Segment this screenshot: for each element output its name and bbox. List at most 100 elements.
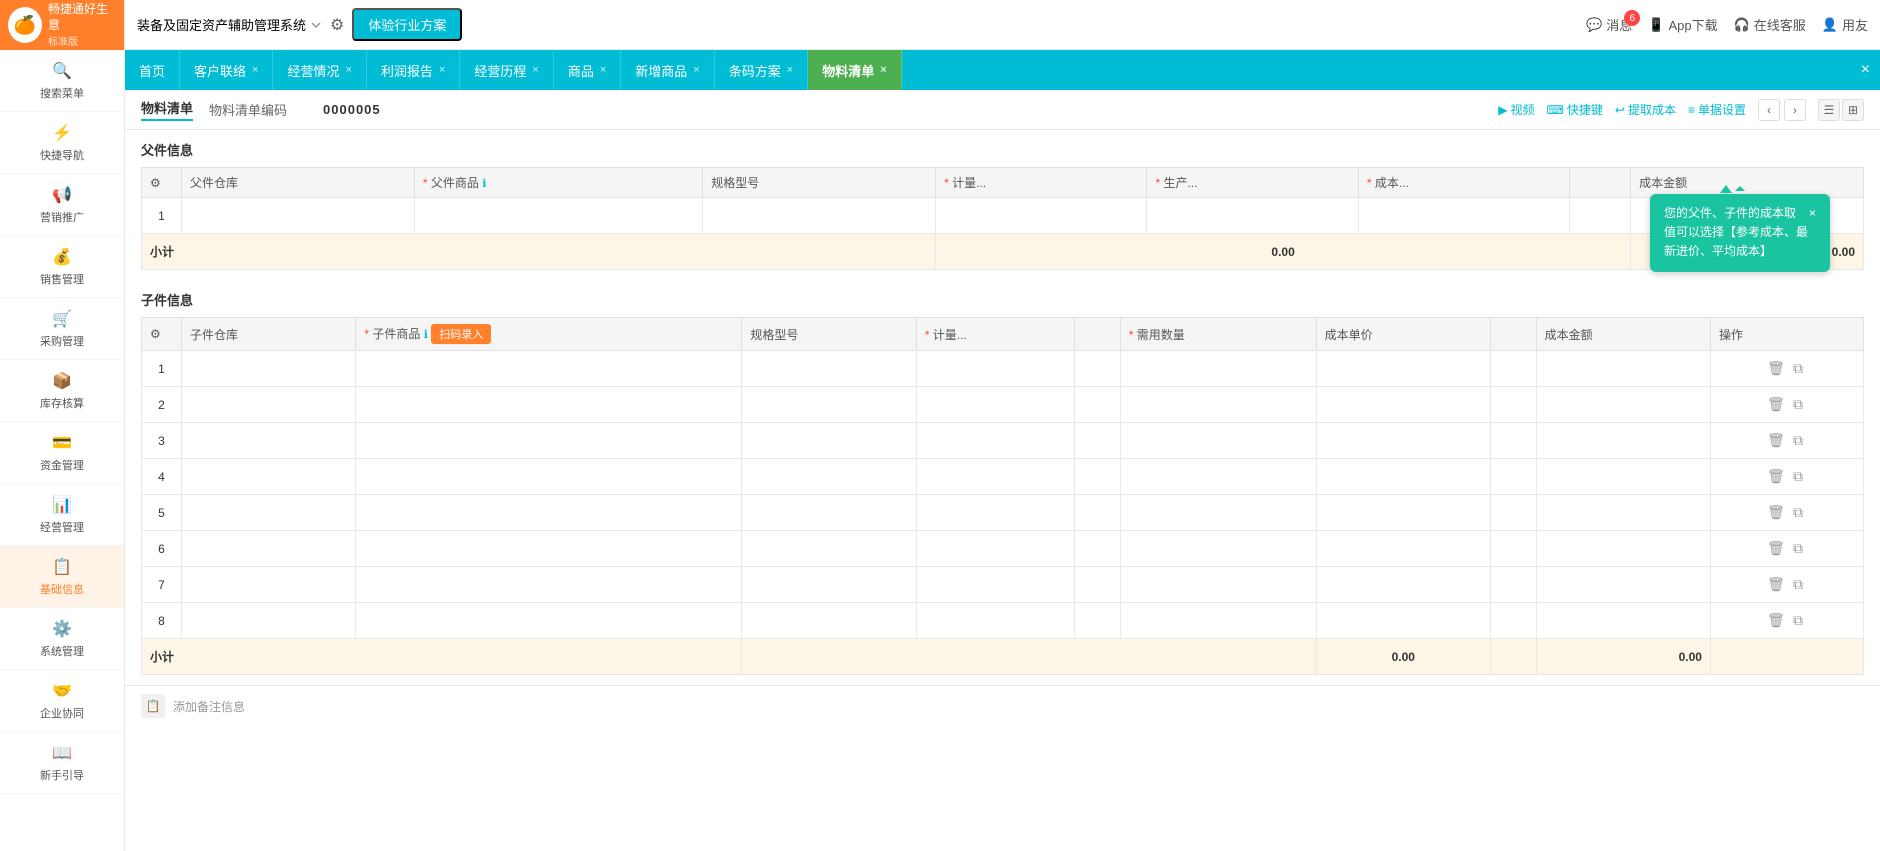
- shortcut-action[interactable]: ⌨ 快捷键: [1547, 101, 1603, 118]
- child-cell-qty-5[interactable]: [1120, 495, 1316, 531]
- sidebar-item-quick-nav[interactable]: ⚡ 快捷导航: [0, 112, 124, 174]
- tab-customer-close[interactable]: ×: [252, 64, 258, 76]
- sidebar-item-finance[interactable]: 💳 资金管理: [0, 422, 124, 484]
- child-cell-warehouse-7[interactable]: [182, 567, 356, 603]
- child-cell-unit-8[interactable]: [916, 603, 1074, 639]
- sidebar-item-sales[interactable]: 💰 销售管理: [0, 236, 124, 298]
- child-cell-unitcost-1[interactable]: [1316, 351, 1490, 387]
- child-cell-goods-3[interactable]: [356, 423, 742, 459]
- copy-icon-8[interactable]: ⧉: [1789, 612, 1807, 630]
- next-arrow[interactable]: ›: [1784, 99, 1806, 121]
- child-cell-spec-4[interactable]: [742, 459, 916, 495]
- child-cell-warehouse-6[interactable]: [182, 531, 356, 567]
- breadcrumb-bill-list[interactable]: 物料清单: [141, 98, 193, 121]
- tab-profit[interactable]: 利润报告 ×: [367, 50, 460, 90]
- delete-icon-7[interactable]: 🗑: [1767, 576, 1785, 594]
- child-cell-warehouse-8[interactable]: [182, 603, 356, 639]
- experience-button[interactable]: 体验行业方案: [352, 8, 462, 41]
- message-button[interactable]: 💬 消息 6: [1586, 15, 1632, 34]
- child-cell-warehouse-2[interactable]: [182, 387, 356, 423]
- tab-close-all[interactable]: ×: [1851, 61, 1880, 79]
- sidebar-item-marketing[interactable]: 📢 营销推广: [0, 174, 124, 236]
- child-cell-qty-6[interactable]: [1120, 531, 1316, 567]
- sidebar-item-guide[interactable]: 📖 新手引导: [0, 732, 124, 794]
- child-cell-spec-5[interactable]: [742, 495, 916, 531]
- child-cell-unitcost-2[interactable]: [1316, 387, 1490, 423]
- single-settings-action[interactable]: ≡ 单据设置: [1688, 101, 1746, 118]
- parent-cell-warehouse-1[interactable]: [182, 198, 415, 234]
- child-cell-spec-8[interactable]: [742, 603, 916, 639]
- hint-text[interactable]: 添加备注信息: [173, 698, 245, 715]
- tab-new-goods-close[interactable]: ×: [693, 64, 699, 76]
- child-cell-unit-3[interactable]: [916, 423, 1074, 459]
- child-cell-goods-7[interactable]: [356, 567, 742, 603]
- grid-view-btn[interactable]: ⊞: [1842, 99, 1864, 121]
- child-cell-goods-5[interactable]: [356, 495, 742, 531]
- tooltip-close-button[interactable]: ×: [1809, 204, 1816, 223]
- child-cell-unit-1[interactable]: [916, 351, 1074, 387]
- child-cell-goods-4[interactable]: [356, 459, 742, 495]
- child-cell-unitcost-7[interactable]: [1316, 567, 1490, 603]
- child-cell-unit-7[interactable]: [916, 567, 1074, 603]
- child-cell-unit-5[interactable]: [916, 495, 1074, 531]
- online-service-button[interactable]: 🎧 在线客服: [1734, 15, 1806, 34]
- parent-cell-goods-1[interactable]: [414, 198, 702, 234]
- child-cell-qty-4[interactable]: [1120, 459, 1316, 495]
- sidebar-item-business[interactable]: 📊 经营管理: [0, 484, 124, 546]
- gear-icon[interactable]: ⚙: [330, 15, 344, 35]
- delete-icon-2[interactable]: 🗑: [1767, 396, 1785, 414]
- child-cell-goods-6[interactable]: [356, 531, 742, 567]
- copy-icon-7[interactable]: ⧉: [1789, 576, 1807, 594]
- tab-bom[interactable]: 物料清单 ×: [808, 50, 901, 90]
- list-view-btn[interactable]: ☰: [1818, 99, 1840, 121]
- parent-cell-unit-1[interactable]: [936, 198, 1147, 234]
- tab-barcode-close[interactable]: ×: [787, 64, 793, 76]
- child-cell-unit-6[interactable]: [916, 531, 1074, 567]
- copy-icon-2[interactable]: ⧉: [1789, 396, 1807, 414]
- delete-icon-3[interactable]: 🗑: [1767, 432, 1785, 450]
- child-cell-spec-1[interactable]: [742, 351, 916, 387]
- tab-goods-close[interactable]: ×: [600, 64, 606, 76]
- tab-history-close[interactable]: ×: [532, 64, 538, 76]
- copy-icon-1[interactable]: ⧉: [1789, 360, 1807, 378]
- child-cell-unitcost-6[interactable]: [1316, 531, 1490, 567]
- tab-operations[interactable]: 经营情况 ×: [273, 50, 366, 90]
- sidebar-item-system[interactable]: ⚙️ 系统管理: [0, 608, 124, 670]
- tab-barcode[interactable]: 条码方案 ×: [715, 50, 808, 90]
- view-action[interactable]: ▶ 视频: [1498, 101, 1534, 118]
- user-menu[interactable]: 👤 用友: [1822, 15, 1868, 34]
- copy-icon-5[interactable]: ⧉: [1789, 504, 1807, 522]
- child-cell-unitcost-3[interactable]: [1316, 423, 1490, 459]
- delete-icon-5[interactable]: 🗑: [1767, 504, 1785, 522]
- scan-button[interactable]: 扫码录入: [431, 324, 491, 344]
- delete-icon-6[interactable]: 🗑: [1767, 540, 1785, 558]
- tab-profit-close[interactable]: ×: [439, 64, 445, 76]
- copy-icon-3[interactable]: ⧉: [1789, 432, 1807, 450]
- child-cell-warehouse-4[interactable]: [182, 459, 356, 495]
- tab-bom-close[interactable]: ×: [880, 64, 886, 76]
- parent-cell-spec-1[interactable]: [703, 198, 936, 234]
- child-cell-spec-2[interactable]: [742, 387, 916, 423]
- child-cell-unitcost-5[interactable]: [1316, 495, 1490, 531]
- delete-icon-1[interactable]: 🗑: [1767, 360, 1785, 378]
- child-cell-warehouse-1[interactable]: [182, 351, 356, 387]
- sidebar-item-inventory[interactable]: 📦 库存核算: [0, 360, 124, 422]
- child-cell-qty-1[interactable]: [1120, 351, 1316, 387]
- child-cell-qty-3[interactable]: [1120, 423, 1316, 459]
- child-cell-spec-3[interactable]: [742, 423, 916, 459]
- child-cell-spec-6[interactable]: [742, 531, 916, 567]
- app-download-button[interactable]: 📱 App下载: [1648, 15, 1717, 34]
- child-cell-unitcost-8[interactable]: [1316, 603, 1490, 639]
- tab-history[interactable]: 经营历程 ×: [460, 50, 553, 90]
- child-cell-unit-2[interactable]: [916, 387, 1074, 423]
- child-cell-warehouse-3[interactable]: [182, 423, 356, 459]
- copy-icon-4[interactable]: ⧉: [1789, 468, 1807, 486]
- delete-icon-4[interactable]: 🗑: [1767, 468, 1785, 486]
- tab-operations-close[interactable]: ×: [345, 64, 351, 76]
- child-cell-goods-1[interactable]: [356, 351, 742, 387]
- child-cell-spec-7[interactable]: [742, 567, 916, 603]
- child-cell-qty-7[interactable]: [1120, 567, 1316, 603]
- sidebar-item-basic-info[interactable]: 📋 基础信息: [0, 546, 124, 608]
- extract-cost-action[interactable]: ↩ 提取成本: [1615, 101, 1676, 118]
- child-cell-qty-8[interactable]: [1120, 603, 1316, 639]
